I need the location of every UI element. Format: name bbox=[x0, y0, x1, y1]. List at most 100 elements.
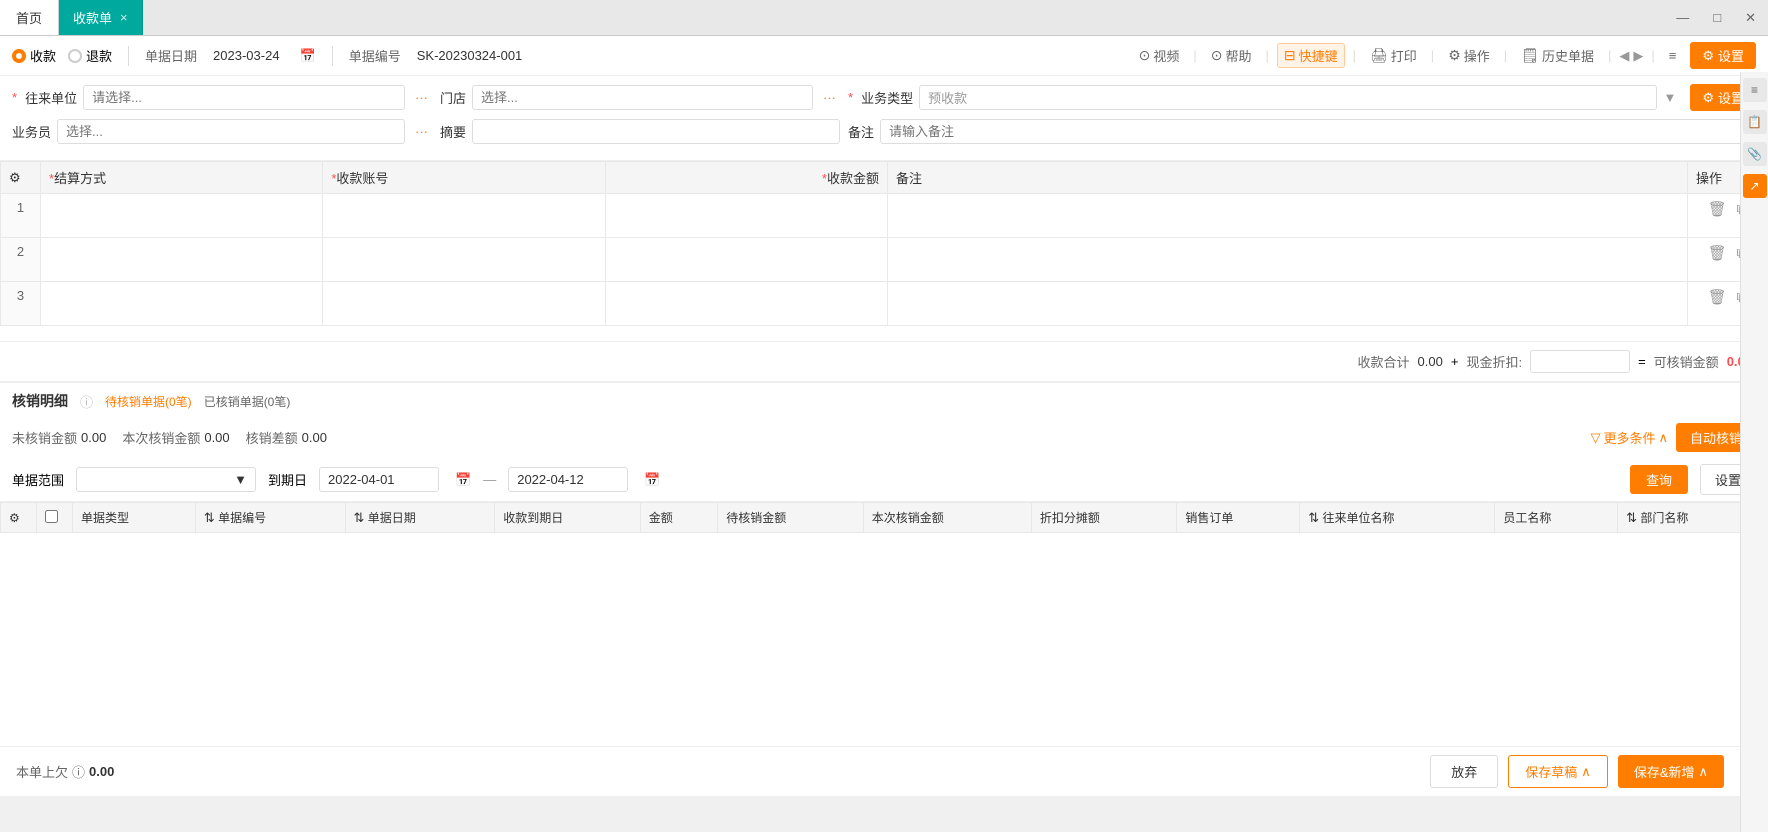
remark-input[interactable] bbox=[880, 119, 1756, 144]
receipt-radio[interactable]: 收款 bbox=[12, 46, 56, 65]
history-icon: 🗒 bbox=[1521, 47, 1539, 64]
bottom-col-gear[interactable]: ⚙ bbox=[1, 503, 37, 533]
account-cell-3[interactable] bbox=[323, 282, 605, 326]
bottom-col-order: 销售订单 bbox=[1177, 503, 1300, 533]
done-tab[interactable]: 已核销单据(0笔) bbox=[204, 393, 291, 410]
calendar-icon[interactable]: 📅 bbox=[300, 48, 316, 64]
delete-icon-2[interactable]: 🗑 bbox=[1708, 245, 1727, 262]
delete-icon-3[interactable]: 🗑 bbox=[1708, 289, 1727, 306]
restore-button[interactable]: □ bbox=[1701, 0, 1733, 35]
main-table-area: ⚙ *结算方式 *收款账号 *收款金额 备注 操作 1 🗑 bbox=[0, 161, 1768, 341]
account-cell-1[interactable] bbox=[323, 194, 605, 238]
date-filter-row: 单据范围 ▼ 到期日 📅 — 📅 查询 设置 bbox=[0, 458, 1768, 502]
staff-label: 业务员 bbox=[12, 122, 51, 141]
staff-more-button[interactable]: ··· bbox=[411, 124, 432, 139]
bottom-col-staff: 员工名称 bbox=[1495, 503, 1618, 533]
prev-arrow[interactable]: ◀ bbox=[1619, 48, 1629, 64]
sidebar-icon-attach[interactable]: 📎 bbox=[1743, 142, 1767, 166]
account-cell-2[interactable] bbox=[323, 238, 605, 282]
discount-input[interactable] bbox=[1530, 350, 1630, 373]
bottom-col-party: ⇅ 往来单位名称 bbox=[1300, 503, 1495, 533]
video-button[interactable]: ⊙ 视频 bbox=[1133, 44, 1186, 67]
table-row: 1 🗑 ⧉ bbox=[1, 194, 1768, 238]
abandon-button[interactable]: 放弃 bbox=[1430, 755, 1498, 788]
verif-info-icon[interactable]: ⓘ bbox=[80, 392, 93, 411]
save-new-button[interactable]: 保存&新增 ∧ bbox=[1618, 755, 1724, 788]
calendar-to-icon[interactable]: 📅 bbox=[644, 472, 660, 488]
minimize-button[interactable]: — bbox=[1664, 0, 1701, 35]
settings-button[interactable]: ⚙ 设置 bbox=[1690, 42, 1756, 69]
next-arrow[interactable]: ▶ bbox=[1633, 48, 1643, 64]
active-tab[interactable]: 收款单 × bbox=[59, 0, 143, 35]
party-field: * 往来单位 ··· bbox=[12, 85, 432, 110]
party-label: 往来单位 bbox=[25, 88, 77, 107]
refund-label: 退款 bbox=[86, 46, 112, 65]
shop-input[interactable] bbox=[472, 85, 813, 110]
info-icon[interactable]: ⓘ bbox=[72, 762, 85, 781]
help-icon: ⊙ bbox=[1211, 47, 1223, 64]
bottom-col-amount: 金额 bbox=[640, 503, 717, 533]
staff-input[interactable] bbox=[57, 119, 405, 144]
bottom-col-pending: 待核销金额 bbox=[718, 503, 864, 533]
receipt-refund-group: 收款 退款 bbox=[12, 46, 112, 65]
select-all-checkbox[interactable] bbox=[45, 510, 58, 523]
current-value: 0.00 bbox=[204, 430, 229, 445]
more-filters-button[interactable]: ▽ 更多条件 ∧ bbox=[1590, 428, 1668, 447]
ops-button[interactable]: ⚙ 操作 bbox=[1442, 44, 1496, 67]
discount-label: 现金折扣: bbox=[1466, 352, 1522, 371]
active-tab-label: 收款单 bbox=[73, 8, 112, 27]
biz-type-dropdown-icon[interactable]: ▼ bbox=[1663, 90, 1676, 105]
home-tab-label: 首页 bbox=[16, 8, 42, 27]
refund-radio[interactable]: 退款 bbox=[68, 46, 112, 65]
refund-radio-dot bbox=[68, 49, 82, 63]
history-button[interactable]: 🗒 历史单据 bbox=[1515, 44, 1600, 67]
summary-input[interactable] bbox=[472, 119, 840, 144]
settle-cell-2[interactable] bbox=[41, 238, 323, 282]
summary-label: 摘要 bbox=[440, 122, 466, 141]
settle-cell-1[interactable] bbox=[41, 194, 323, 238]
remark-cell-2[interactable] bbox=[888, 238, 1688, 282]
settle-cell-3[interactable] bbox=[41, 282, 323, 326]
shop-more-button[interactable]: ··· bbox=[819, 90, 840, 105]
party-input[interactable] bbox=[83, 85, 405, 110]
delete-icon-1[interactable]: 🗑 bbox=[1708, 201, 1727, 218]
col-amount-header: *收款金额 bbox=[605, 162, 887, 194]
remark-cell-3[interactable] bbox=[888, 282, 1688, 326]
amount-cell-3[interactable] bbox=[605, 282, 887, 326]
sidebar-icon-doc[interactable]: 📋 bbox=[1743, 110, 1767, 134]
save-draft-button[interactable]: 保存草稿 ∧ bbox=[1508, 755, 1608, 788]
table-settings-header[interactable]: ⚙ bbox=[1, 162, 41, 194]
tab-close-icon[interactable]: × bbox=[120, 10, 128, 25]
date-from-input[interactable] bbox=[319, 467, 439, 492]
close-button[interactable]: ✕ bbox=[1733, 0, 1768, 35]
number-label: 单据编号 bbox=[349, 46, 401, 65]
chevron-up-icon: ∧ bbox=[1658, 430, 1668, 446]
right-tools: ⊙ 视频 | ⊙ 帮助 | ⊟ 快捷键 | 🖨 打印 | ⚙ 操作 bbox=[1133, 42, 1756, 69]
sidebar-icon-table[interactable]: ≡ bbox=[1743, 78, 1767, 102]
col-settle-header: *结算方式 bbox=[41, 162, 323, 194]
bottom-col-checkbox[interactable] bbox=[37, 503, 73, 533]
print-button[interactable]: 🖨 打印 bbox=[1364, 44, 1423, 67]
footer: 本单上欠 ⓘ 0.00 放弃 保存草稿 ∧ 保存&新增 ∧ bbox=[0, 746, 1740, 796]
list-view-button[interactable]: ≡ bbox=[1663, 46, 1683, 65]
amount-cell-2[interactable] bbox=[605, 238, 887, 282]
bottom-col-discount: 折扣分摊额 bbox=[1031, 503, 1177, 533]
help-button[interactable]: ⊙ 帮助 bbox=[1205, 44, 1258, 67]
current-label: 本次核销金额 bbox=[122, 428, 200, 447]
remark-cell-1[interactable] bbox=[888, 194, 1688, 238]
home-tab[interactable]: 首页 bbox=[0, 0, 59, 35]
biz-type-input[interactable] bbox=[919, 85, 1657, 110]
range-select[interactable]: ▼ bbox=[76, 467, 256, 492]
shortcut-button[interactable]: ⊟ 快捷键 bbox=[1277, 43, 1345, 68]
calendar-from-icon[interactable]: 📅 bbox=[455, 472, 471, 488]
amount-cell-1[interactable] bbox=[605, 194, 887, 238]
biz-type-label: 业务类型 bbox=[861, 88, 913, 107]
date-to-input[interactable] bbox=[508, 467, 628, 492]
filter-icon: ▽ bbox=[1590, 430, 1600, 446]
query-button[interactable]: 查询 bbox=[1630, 465, 1688, 494]
total-label: 收款合计 bbox=[1358, 352, 1410, 371]
sidebar-icon-expand[interactable]: ↗ bbox=[1743, 174, 1767, 198]
pending-tab[interactable]: 待核销单据(0笔) bbox=[105, 393, 192, 410]
print-icon: 🖨 bbox=[1370, 47, 1388, 64]
party-more-button[interactable]: ··· bbox=[411, 90, 432, 105]
